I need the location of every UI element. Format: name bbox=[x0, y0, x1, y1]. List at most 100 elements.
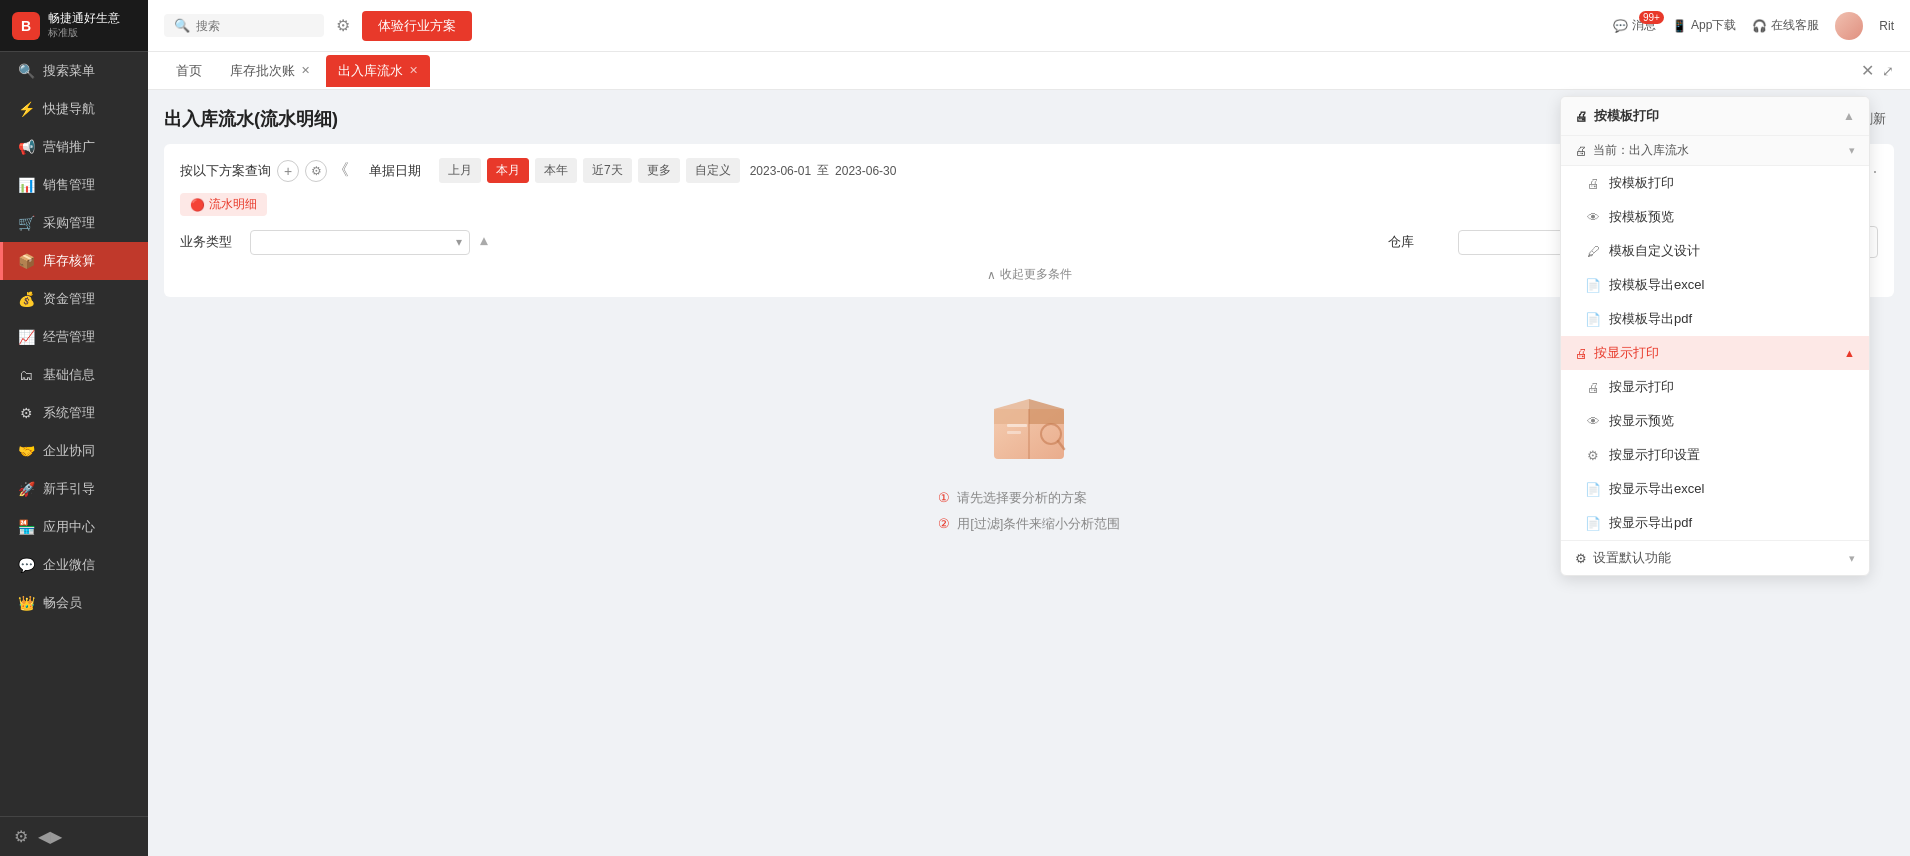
sidebar-item-system[interactable]: ⚙ 系统管理 bbox=[0, 394, 148, 432]
dropdown-item-template-print[interactable]: 🖨 按模板打印 bbox=[1561, 166, 1869, 200]
tab-home[interactable]: 首页 bbox=[164, 55, 214, 87]
sidebar-item-member[interactable]: 👑 畅会员 bbox=[0, 584, 148, 622]
search-icon: 🔍 bbox=[17, 62, 35, 80]
dropdown-footer-title: ⚙ 设置默认功能 bbox=[1575, 549, 1671, 567]
logo-name: 畅捷通好生意 bbox=[48, 11, 120, 27]
operations-icon: 📈 bbox=[17, 328, 35, 346]
empty-tip: ① 请先选择要分析的方案 ② 用[过滤]条件来缩小分析范围 bbox=[938, 485, 1121, 537]
dropdown-item-display-print[interactable]: 🖨 按显示打印 bbox=[1561, 370, 1869, 404]
filter-collapse-button[interactable]: 《 bbox=[333, 160, 349, 181]
tab-close-all-icon[interactable]: ✕ bbox=[1861, 61, 1874, 80]
dropdown-item-display-settings[interactable]: ⚙ 按显示打印设置 bbox=[1561, 438, 1869, 472]
sidebar-item-wechat[interactable]: 💬 企业微信 bbox=[0, 546, 148, 584]
dropdown-header-title: 🖨 按模板打印 bbox=[1575, 107, 1659, 125]
tabs-right-actions: ✕ ⤢ bbox=[1861, 61, 1894, 80]
dropdown-sub-arrow-icon[interactable]: ▾ bbox=[1849, 144, 1855, 157]
tab-expand-icon[interactable]: ⤢ bbox=[1882, 63, 1894, 79]
template-pdf-label: 按模板导出pdf bbox=[1609, 310, 1692, 328]
tabs-bar: 首页 库存批次账 ✕ 出入库流水 ✕ ✕ ⤢ bbox=[148, 52, 1910, 90]
add-filter-button[interactable]: + bbox=[277, 160, 299, 182]
date-btn-more[interactable]: 更多 bbox=[638, 158, 680, 183]
trial-button[interactable]: 体验行业方案 bbox=[362, 11, 472, 41]
sidebar-item-collab[interactable]: 🤝 企业协同 bbox=[0, 432, 148, 470]
biz-type-arrow-icon[interactable]: ▾ bbox=[480, 233, 488, 252]
tab-batch-account-close-icon[interactable]: ✕ bbox=[301, 64, 310, 77]
display-pdf-icon: 📄 bbox=[1585, 515, 1601, 531]
template-preview-icon: 👁 bbox=[1585, 209, 1601, 225]
collapse-more-button[interactable]: ∧ 收起更多条件 bbox=[987, 266, 1072, 283]
search-input[interactable] bbox=[196, 19, 296, 33]
svg-rect-4 bbox=[1007, 424, 1027, 427]
date-filter-group: 单据日期 上月 本月 本年 近7天 更多 自定义 2023-06-01 至 20… bbox=[369, 158, 896, 183]
sidebar-item-guide[interactable]: 🚀 新手引导 bbox=[0, 470, 148, 508]
dropdown-footer[interactable]: ⚙ 设置默认功能 ▾ bbox=[1561, 540, 1869, 575]
date-range-group: 上月 本月 本年 近7天 更多 自定义 bbox=[439, 158, 740, 183]
date-to-label: 2023-06-30 bbox=[835, 164, 896, 178]
display-preview-icon: 👁 bbox=[1585, 413, 1601, 429]
date-btn-this-year[interactable]: 本年 bbox=[535, 158, 577, 183]
purchase-icon: 🛒 bbox=[17, 214, 35, 232]
message-badge: 99+ bbox=[1639, 11, 1664, 24]
sidebar-item-finance[interactable]: 💰 资金管理 bbox=[0, 280, 148, 318]
tag-filter-item[interactable]: 🔴 流水明细 bbox=[180, 193, 267, 216]
display-preview-label: 按显示预览 bbox=[1609, 412, 1674, 430]
template-custom-label: 模板自定义设计 bbox=[1609, 242, 1700, 260]
dropdown-item-template-excel[interactable]: 📄 按模板导出excel bbox=[1561, 268, 1869, 302]
filter-label-date: 单据日期 bbox=[369, 162, 429, 180]
topbar-gear-icon[interactable]: ⚙ bbox=[336, 16, 350, 35]
date-input-group: 2023-06-01 至 2023-06-30 bbox=[750, 162, 897, 179]
tag-filter-label: 流水明细 bbox=[209, 196, 257, 213]
sidebar-item-basics[interactable]: 🗂 基础信息 bbox=[0, 356, 148, 394]
quick-nav-icon: ⚡ bbox=[17, 100, 35, 118]
sidebar-item-operations[interactable]: 📈 经营管理 bbox=[0, 318, 148, 356]
dropdown-item-template-preview[interactable]: 👁 按模板预览 bbox=[1561, 200, 1869, 234]
dropdown-item-template-pdf[interactable]: 📄 按模板导出pdf bbox=[1561, 302, 1869, 336]
service-label: 在线客服 bbox=[1771, 17, 1819, 34]
dropdown-section-arrow-icon[interactable]: ▲ bbox=[1844, 347, 1855, 359]
dropdown-footer-label: 设置默认功能 bbox=[1593, 549, 1671, 567]
template-custom-icon: 🖊 bbox=[1585, 243, 1601, 259]
template-print-icon: 🖨 bbox=[1585, 175, 1601, 191]
sidebar-item-sales[interactable]: 📊 销售管理 bbox=[0, 166, 148, 204]
message-button[interactable]: 💬 消息 99+ bbox=[1613, 17, 1656, 34]
tab-batch-account[interactable]: 库存批次账 ✕ bbox=[218, 55, 322, 87]
dropdown-item-display-preview[interactable]: 👁 按显示预览 bbox=[1561, 404, 1869, 438]
date-btn-custom[interactable]: 自定义 bbox=[686, 158, 740, 183]
sidebar-collapse-icon[interactable]: ◀▶ bbox=[38, 827, 62, 846]
filter-settings-button[interactable]: ⚙ bbox=[305, 160, 327, 182]
tab-flow[interactable]: 出入库流水 ✕ bbox=[326, 55, 430, 87]
tab-flow-close-icon[interactable]: ✕ bbox=[409, 64, 418, 77]
sidebar-item-app-center[interactable]: 🏪 应用中心 bbox=[0, 508, 148, 546]
tab-batch-account-label: 库存批次账 bbox=[230, 62, 295, 80]
dropdown-item-template-custom[interactable]: 🖊 模板自定义设计 bbox=[1561, 234, 1869, 268]
avatar[interactable] bbox=[1835, 12, 1863, 40]
sidebar-item-inventory[interactable]: 📦 库存核算 bbox=[0, 242, 148, 280]
date-btn-this-month[interactable]: 本月 bbox=[487, 158, 529, 183]
svg-marker-1 bbox=[994, 399, 1029, 424]
sidebar-item-search[interactable]: 🔍 搜索菜单 bbox=[0, 52, 148, 90]
empty-tip-1: ① 请先选择要分析的方案 bbox=[938, 485, 1121, 511]
display-excel-icon: 📄 bbox=[1585, 481, 1601, 497]
topbar-search-box[interactable]: 🔍 bbox=[164, 14, 324, 37]
sidebar-logo: B 畅捷通好生意 标准版 bbox=[0, 0, 148, 52]
online-service-button[interactable]: 🎧 在线客服 bbox=[1752, 17, 1819, 34]
display-excel-label: 按显示导出excel bbox=[1609, 480, 1704, 498]
dropdown-section-title: 🖨 按显示打印 bbox=[1575, 344, 1659, 362]
app-download-button[interactable]: 📱 App下载 bbox=[1672, 17, 1736, 34]
dropdown-header-arrow-icon[interactable]: ▲ bbox=[1843, 109, 1855, 123]
dropdown-subheader: 🖨 当前：出入库流水 ▾ bbox=[1561, 136, 1869, 166]
sidebar-item-purchase[interactable]: 🛒 采购管理 bbox=[0, 204, 148, 242]
dropdown-section-display[interactable]: 🖨 按显示打印 ▲ bbox=[1561, 336, 1869, 370]
tab-home-label: 首页 bbox=[176, 62, 202, 80]
sidebar-item-quick-nav[interactable]: ⚡ 快捷导航 bbox=[0, 90, 148, 128]
dropdown-item-display-excel[interactable]: 📄 按显示导出excel bbox=[1561, 472, 1869, 506]
template-excel-icon: 📄 bbox=[1585, 277, 1601, 293]
dropdown-item-display-pdf[interactable]: 📄 按显示导出pdf bbox=[1561, 506, 1869, 540]
sidebar-settings-icon[interactable]: ⚙ bbox=[14, 827, 28, 846]
dropdown-section-label: 按显示打印 bbox=[1594, 344, 1659, 362]
date-btn-prev-month[interactable]: 上月 bbox=[439, 158, 481, 183]
sidebar-item-marketing[interactable]: 📢 营销推广 bbox=[0, 128, 148, 166]
message-icon: 💬 bbox=[1613, 19, 1628, 33]
biz-type-select[interactable] bbox=[250, 230, 470, 255]
date-btn-recent7[interactable]: 近7天 bbox=[583, 158, 632, 183]
